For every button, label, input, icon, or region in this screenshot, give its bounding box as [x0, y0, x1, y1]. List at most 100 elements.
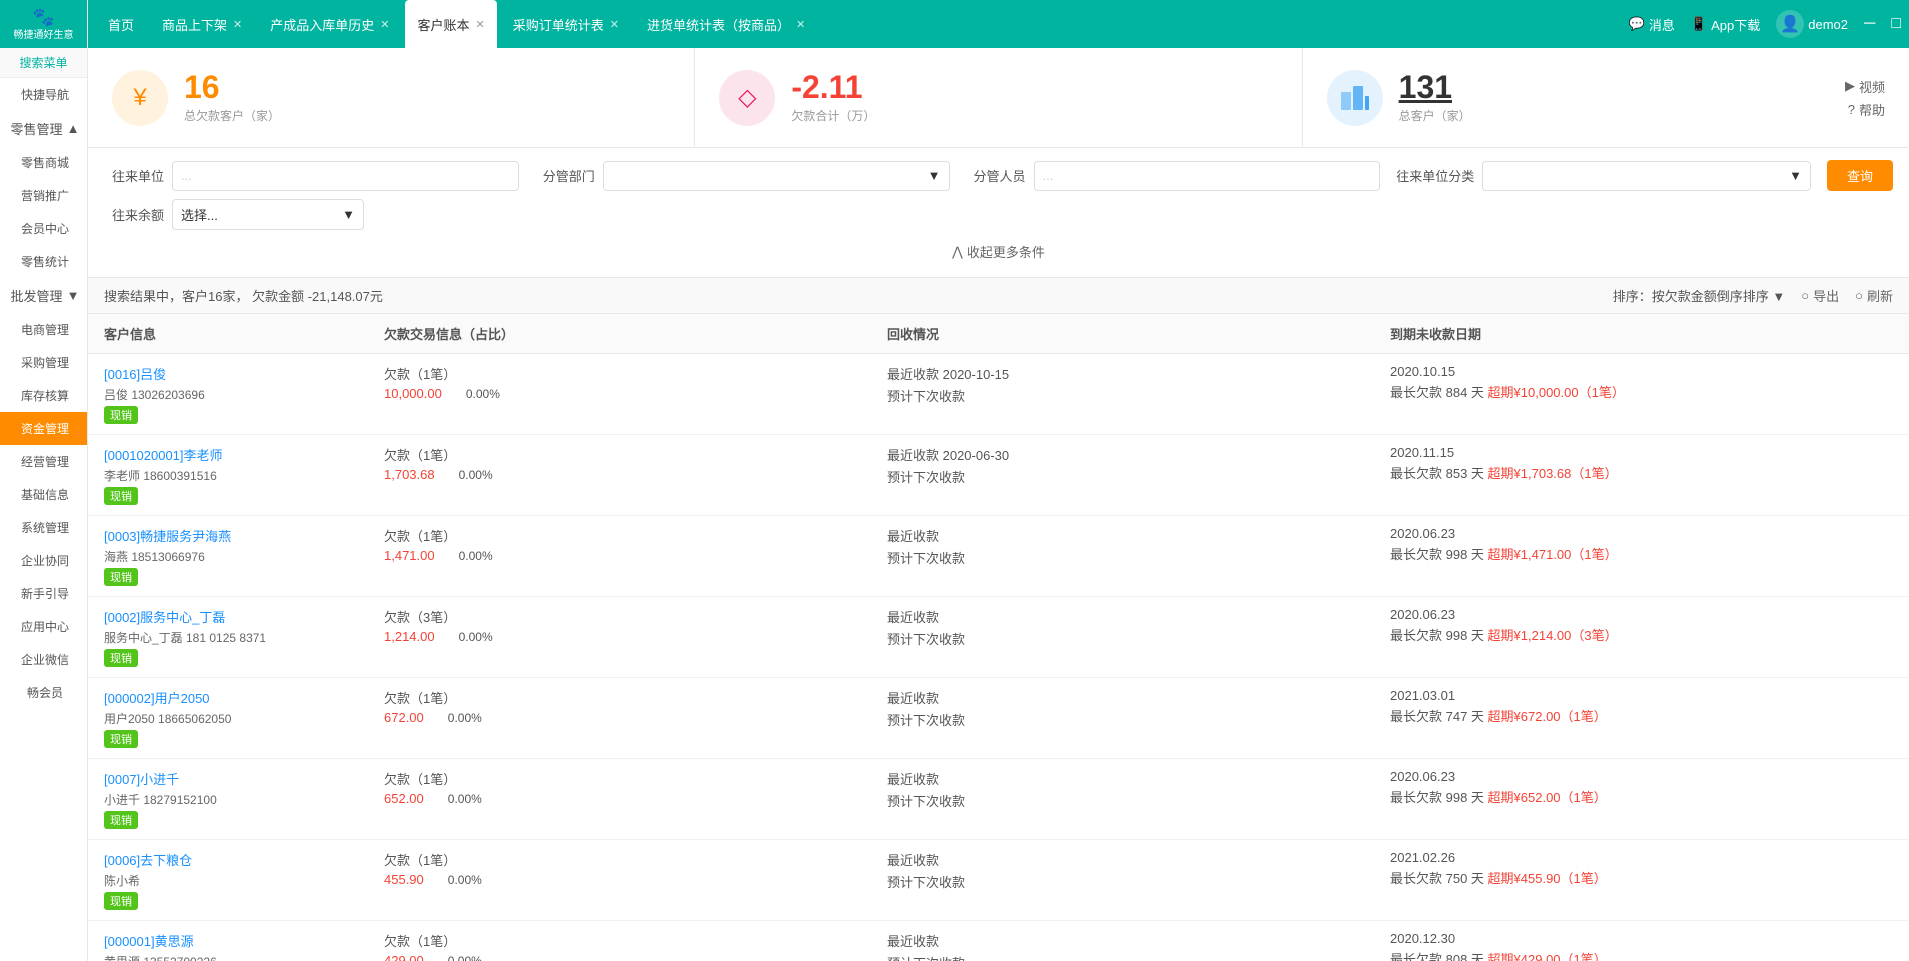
tab-incoming-stats[interactable]: 进货单统计表（按商品） ✕ [635, 0, 817, 48]
sidebar-item-app-center[interactable]: 应用中心 [0, 610, 87, 643]
sidebar-item-purchase-mgmt[interactable]: 采购管理 [0, 346, 87, 379]
sidebar-item-marketing[interactable]: 营销推广 [0, 179, 87, 212]
debt-info-5: 欠款（1笔） 652.00 0.00% [384, 769, 887, 806]
overdue-info-6: 2021.02.26 最长欠款 750 天 超期¥455.90（1笔） [1390, 850, 1893, 887]
customer-name-0[interactable]: [0016]吕俊 [104, 364, 384, 383]
filter-manager-input[interactable]: ... [1034, 161, 1381, 191]
sidebar-item-finance[interactable]: 资金管理 [0, 412, 87, 445]
sidebar-item-ecommerce[interactable]: 电商管理 [0, 313, 87, 346]
user-avatar[interactable]: 👤 demo2 [1776, 10, 1848, 38]
filter-dept-select[interactable]: ▼ [603, 161, 950, 191]
sidebar-item-basic-info[interactable]: 基础信息 [0, 478, 87, 511]
overdue-info-1: 2020.11.15 最长欠款 853 天 超期¥1,703.68（1笔） [1390, 445, 1893, 482]
table-row-2: [0003]畅捷服务尹海燕 海燕 18513066976 现销 欠款（1笔） 1… [88, 516, 1909, 596]
sidebar-item-batch-mgmt[interactable]: 批发管理▼ [0, 278, 87, 313]
customer-name-5[interactable]: [0007]小进千 [104, 769, 384, 788]
tab-products-off[interactable]: 商品上下架 ✕ [150, 0, 254, 48]
tab-close-customer-account[interactable]: ✕ [476, 18, 485, 31]
customer-info-6: [0006]去下粮仓 陈小希 现销 [104, 850, 384, 910]
sidebar-item-member-plus[interactable]: 畅会员 [0, 676, 87, 709]
debt-info-7: 欠款（1笔） 429.00 0.00% [384, 931, 887, 961]
refresh-icon: ○ [1855, 288, 1863, 303]
customer-info-0: [0016]吕俊 吕俊 13026203696 现销 [104, 364, 384, 424]
summary-actions: ▶ 视频 ? 帮助 [1845, 77, 1885, 119]
sidebar-item-retail-mall[interactable]: 零售商城 [0, 146, 87, 179]
debt-row-4: 672.00 0.00% [384, 710, 887, 725]
customer-phone-4: 用户2050 18665062050 [104, 710, 384, 727]
table-row-3: [0002]服务中心_丁磊 服务中心_丁磊 181 0125 8371 现销 欠… [88, 597, 1909, 677]
app-download-icon[interactable]: 📱 App下载 [1691, 15, 1760, 34]
sidebar-item-member-center[interactable]: 会员中心 [0, 212, 87, 245]
help-btn[interactable]: ? 帮助 [1848, 100, 1885, 119]
sidebar-item-inventory[interactable]: 库存核算 [0, 379, 87, 412]
refresh-button[interactable]: ○ 刷新 [1855, 286, 1893, 305]
window-minimize-icon[interactable]: ─ [1864, 15, 1875, 33]
sidebar-item-retail-stats[interactable]: 零售统计 [0, 245, 87, 278]
col-header-recovery: 回收情况 [887, 324, 1390, 343]
sidebar-item-ops-mgmt[interactable]: 经营管理 [0, 445, 87, 478]
filter-vendor-category-select[interactable]: ▼ [1482, 161, 1811, 191]
customer-name-4[interactable]: [000002]用户2050 [104, 688, 384, 707]
sidebar-item-retail-mgmt[interactable]: 零售管理▲ [0, 111, 87, 146]
debt-info-0: 欠款（1笔） 10,000.00 0.00% [384, 364, 887, 401]
sidebar-item-search-menu[interactable]: 搜索菜单 [0, 48, 87, 78]
customer-phone-1: 李老师 18600391516 [104, 467, 384, 484]
tab-customer-account[interactable]: 客户账本 ✕ [405, 0, 496, 48]
filter-vendor-category-label: 往来单位分类 [1396, 166, 1474, 185]
search-button[interactable]: 查询 [1827, 160, 1893, 191]
sidebar-item-system-mgmt[interactable]: 系统管理 [0, 511, 87, 544]
filter-manager: 分管人员 ... [966, 161, 1381, 191]
debt-row-2: 1,471.00 0.00% [384, 548, 887, 563]
tab-production-history[interactable]: 产成品入库单历史 ✕ [258, 0, 401, 48]
filter-vendor: 往来单位 ... [104, 161, 519, 191]
customer-name-3[interactable]: [0002]服务中心_丁磊 [104, 607, 384, 626]
collapse-button[interactable]: ⋀ 收起更多条件 [952, 242, 1045, 261]
customer-tag-0: 现销 [104, 406, 138, 424]
recovery-info-4: 最近收款 预计下次收款 [887, 688, 1390, 729]
customer-name-1[interactable]: [0001020001]李老师 [104, 445, 384, 464]
customer-info-4: [000002]用户2050 用户2050 18665062050 现销 [104, 688, 384, 748]
tab-purchase-order[interactable]: 采购订单统计表 ✕ [501, 0, 631, 48]
filter-area: 往来单位 ... 分管部门 ▼ 分管人员 ... [88, 148, 1909, 278]
summary-card-total-customers: 131 总客户（家） ▶ 视频 ? 帮助 [1303, 48, 1909, 147]
filter-balance-select[interactable]: 选择... ▼ [172, 199, 364, 230]
filter-vendor-category: 往来单位分类 ▼ [1396, 161, 1811, 191]
tab-close-purchase-order[interactable]: ✕ [610, 18, 619, 31]
customer-name-2[interactable]: [0003]畅捷服务尹海燕 [104, 526, 384, 545]
result-summary: 搜索结果中，客户16家， 欠款金额 -21,148.07元 [104, 286, 383, 305]
debt-info-3: 欠款（3笔） 1,214.00 0.00% [384, 607, 887, 644]
sidebar-item-new-guide[interactable]: 新手引导 [0, 577, 87, 610]
table-row-6: [0006]去下粮仓 陈小希 现销 欠款（1笔） 455.90 0.00% 最近… [88, 840, 1909, 920]
table-row-5: [0007]小进千 小进千 18279152100 现销 欠款（1笔） 652.… [88, 759, 1909, 839]
tab-close-products-off[interactable]: ✕ [233, 18, 242, 31]
recovery-info-6: 最近收款 预计下次收款 [887, 850, 1390, 891]
sort-label[interactable]: 排序：按欠款金额倒序排序 ▼ [1613, 286, 1786, 305]
message-icon[interactable]: 💬 消息 [1629, 15, 1675, 34]
filter-vendor-input[interactable]: ... [172, 161, 519, 191]
customer-phone-2: 海燕 18513066976 [104, 548, 384, 565]
customer-phone-3: 服务中心_丁磊 181 0125 8371 [104, 629, 384, 646]
window-maximize-icon[interactable]: □ [1891, 15, 1901, 33]
customer-name-6[interactable]: [0006]去下粮仓 [104, 850, 384, 869]
video-btn[interactable]: ▶ 视频 [1845, 77, 1885, 96]
filter-balance: 往来余额 选择... ▼ [104, 199, 364, 230]
recovery-info-7: 最近收款 预计下次收款 [887, 931, 1390, 961]
app-logo: 🐾 畅捷通好生意 [0, 0, 87, 48]
export-button[interactable]: ○ 导出 [1801, 286, 1839, 305]
overdue-info-4: 2021.03.01 最长欠款 747 天 超期¥672.00（1笔） [1390, 688, 1893, 725]
customer-name-7[interactable]: [000001]黄思源 [104, 931, 384, 950]
collapse-row: ⋀ 收起更多条件 [104, 238, 1893, 265]
tab-home[interactable]: 首页 [96, 0, 146, 48]
result-bar: 搜索结果中，客户16家， 欠款金额 -21,148.07元 排序：按欠款金额倒序… [88, 278, 1909, 314]
tab-close-incoming-stats[interactable]: ✕ [796, 18, 805, 31]
tab-close-production-history[interactable]: ✕ [380, 18, 389, 31]
sidebar-item-enterprise-wechat[interactable]: 企业微信 [0, 643, 87, 676]
topbar-right: 💬 消息 📱 App下载 👤 demo2 ─ □ [1629, 10, 1901, 38]
table-row-1: [0001020001]李老师 李老师 18600391516 现销 欠款（1笔… [88, 435, 1909, 515]
collapse-icon: ⋀ [952, 244, 963, 260]
filter-row-2: 往来余额 选择... ▼ [104, 199, 1893, 230]
customer-info-3: [0002]服务中心_丁磊 服务中心_丁磊 181 0125 8371 现销 [104, 607, 384, 667]
sidebar-item-quick-nav[interactable]: 快捷导航 [0, 78, 87, 111]
app-name: 畅捷通好生意 [14, 29, 74, 42]
sidebar-item-enterprise-collab[interactable]: 企业协同 [0, 544, 87, 577]
